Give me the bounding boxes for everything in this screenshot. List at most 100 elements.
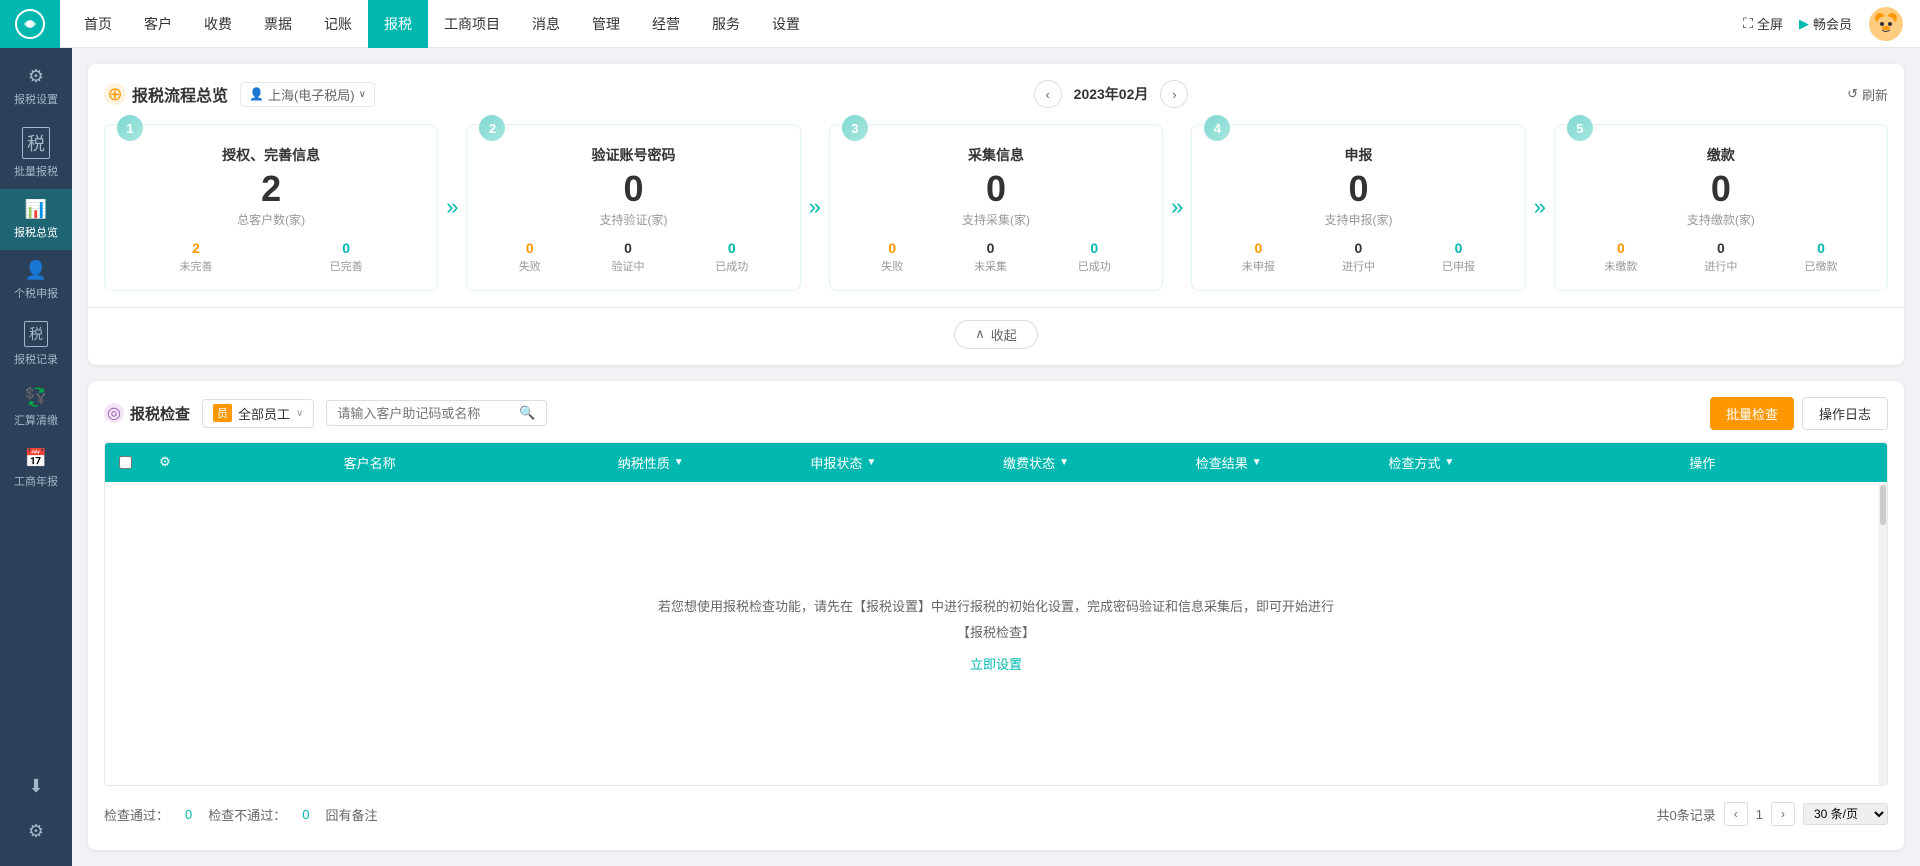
staff-chevron-icon: ∨ bbox=[296, 408, 303, 419]
fail-count-link[interactable]: 0 bbox=[302, 807, 309, 822]
step-1-stat-1-num: 0 bbox=[342, 240, 350, 256]
step-2-stats: 0 失败 0 验证中 0 已成功 bbox=[483, 240, 783, 274]
batch-tax-icon: 税 bbox=[22, 127, 50, 159]
pass-label: 检查通过： bbox=[104, 805, 169, 824]
th-checkbox[interactable] bbox=[105, 443, 145, 482]
flow-arrow-3: » bbox=[1163, 124, 1191, 291]
nav-item-operation[interactable]: 经营 bbox=[636, 0, 696, 48]
nav-item-message[interactable]: 消息 bbox=[516, 0, 576, 48]
fullscreen-label: 全屏 bbox=[1757, 14, 1783, 33]
flow-step-5: 5 缴款 0 支持缴款(家) 0 未缴款 0 进行中 bbox=[1554, 124, 1888, 291]
per-page-select[interactable]: 30 条/页 50 条/页 100 条/页 bbox=[1803, 803, 1888, 825]
avatar[interactable] bbox=[1868, 6, 1904, 42]
step-4-stat-1: 0 进行中 bbox=[1342, 240, 1375, 274]
step-4-count-label: 支持申报(家) bbox=[1208, 211, 1508, 228]
sidebar-item-batch-tax[interactable]: 税 批量报税 bbox=[0, 117, 72, 189]
step-3-stat-2-num: 0 bbox=[1090, 240, 1098, 256]
note-label: 囧有备注 bbox=[326, 805, 378, 824]
search-icon[interactable]: 🔍 bbox=[519, 405, 535, 421]
tax-settings-icon: ⚙ bbox=[28, 66, 44, 87]
sidebar: ⚙ 报税设置 税 批量报税 📊 报税总览 👤 个税申报 税 报税记录 💱 汇算清… bbox=[0, 48, 72, 866]
th-declare-status[interactable]: 申报状态 ▼ bbox=[747, 443, 940, 482]
step-2-num: 2 bbox=[479, 115, 505, 141]
th-tax-nature-label: 纳税性质 bbox=[618, 453, 670, 472]
nav-item-manage[interactable]: 管理 bbox=[576, 0, 636, 48]
next-month-btn[interactable]: › bbox=[1160, 80, 1188, 108]
step-2-stat-1: 0 验证中 bbox=[612, 240, 645, 274]
th-gear[interactable]: ⚙ bbox=[145, 443, 185, 482]
footer-right: 共0条记录 ‹ 1 › 30 条/页 50 条/页 100 条/页 bbox=[1657, 802, 1888, 826]
month-text: 2023年02月 bbox=[1074, 84, 1149, 104]
nav-item-fee[interactable]: 收费 bbox=[188, 0, 248, 48]
location-selector[interactable]: 👤 上海(电子税局) ∨ bbox=[240, 82, 375, 107]
step-3-stat-1-label: 未采集 bbox=[974, 258, 1007, 274]
content: ⊕ 报税流程总览 👤 上海(电子税局) ∨ ‹ 2023年02月 › ↺ 刷新 bbox=[72, 48, 1920, 866]
th-check-method-label: 检查方式 bbox=[1388, 453, 1440, 472]
prev-month-btn[interactable]: ‹ bbox=[1034, 80, 1062, 108]
sidebar-item-tax-settings[interactable]: ⚙ 报税设置 bbox=[0, 56, 72, 117]
operation-log-button[interactable]: 操作日志 bbox=[1802, 397, 1888, 430]
annual-report-label: 工商年报 bbox=[14, 473, 58, 489]
staff-label: 全部员工 bbox=[238, 404, 290, 423]
setup-link[interactable]: 立即设置 bbox=[970, 654, 1022, 673]
step-5-stat-0-label: 未缴款 bbox=[1604, 258, 1637, 274]
prev-page-btn[interactable]: ‹ bbox=[1724, 802, 1748, 826]
logo-icon bbox=[14, 8, 46, 40]
step-1-stat-0: 2 未完善 bbox=[180, 240, 213, 274]
th-check-result[interactable]: 检查结果 ▼ bbox=[1132, 443, 1325, 482]
nav-item-invoice[interactable]: 票据 bbox=[248, 0, 308, 48]
step-5-stat-1-label: 进行中 bbox=[1704, 258, 1737, 274]
step-2-stat-0: 0 失败 bbox=[519, 240, 541, 274]
search-input[interactable] bbox=[337, 406, 513, 421]
nav-item-home[interactable]: 首页 bbox=[68, 0, 128, 48]
logo[interactable] bbox=[0, 0, 60, 48]
nav-item-service[interactable]: 服务 bbox=[696, 0, 756, 48]
sidebar-item-annual-report[interactable]: 📅 工商年报 bbox=[0, 438, 72, 499]
sidebar-download-btn[interactable]: ⬇ bbox=[28, 768, 43, 805]
step-5-num: 5 bbox=[1567, 115, 1593, 141]
staff-selector[interactable]: 员 全部员工 ∨ bbox=[202, 399, 314, 428]
step-3-stat-0-num: 0 bbox=[888, 240, 896, 256]
next-page-btn[interactable]: › bbox=[1771, 802, 1795, 826]
tax-settings-label: 报税设置 bbox=[14, 91, 58, 107]
sidebar-item-personal-tax[interactable]: 👤 个税申报 bbox=[0, 250, 72, 311]
fail-label: 检查不通过： bbox=[208, 805, 286, 824]
th-declare-status-label: 申报状态 bbox=[810, 453, 862, 472]
step-1-stat-1: 0 已完善 bbox=[330, 240, 363, 274]
step-4-stat-1-label: 进行中 bbox=[1342, 258, 1375, 274]
nav-item-settings[interactable]: 设置 bbox=[756, 0, 816, 48]
sidebar-item-settlement[interactable]: 💱 汇算清缴 bbox=[0, 377, 72, 438]
sidebar-bottom-settings-btn[interactable]: ⚙ bbox=[28, 813, 44, 850]
step-3-stat-1-num: 0 bbox=[987, 240, 995, 256]
step-4-stat-2-label: 已申报 bbox=[1442, 258, 1475, 274]
nav-item-business[interactable]: 工商项目 bbox=[428, 0, 516, 48]
collapse-btn[interactable]: ∧ 收起 bbox=[954, 320, 1038, 349]
refresh-btn[interactable]: ↺ 刷新 bbox=[1847, 85, 1888, 104]
page-current: 1 bbox=[1756, 807, 1763, 822]
scrollbar[interactable] bbox=[1879, 483, 1887, 785]
step-2-stat-0-num: 0 bbox=[526, 240, 534, 256]
nav-item-tax[interactable]: 报税 bbox=[368, 0, 428, 48]
top-nav: 首页 客户 收费 票据 记账 报税 工商项目 消息 管理 经营 服务 设置 ⛶ … bbox=[0, 0, 1920, 48]
batch-check-button[interactable]: 批量检查 bbox=[1710, 397, 1794, 430]
sidebar-item-tax-overview[interactable]: 📊 报税总览 bbox=[0, 189, 72, 250]
fullscreen-btn[interactable]: ⛶ 全屏 bbox=[1743, 14, 1783, 33]
vip-btn[interactable]: ▶ 畅会员 bbox=[1799, 14, 1852, 33]
footer-stats: 检查通过： 0 检查不通过： 0 囧有备注 bbox=[104, 805, 378, 824]
nav-item-accounting[interactable]: 记账 bbox=[308, 0, 368, 48]
refresh-icon: ↺ bbox=[1847, 86, 1858, 102]
location-chevron: ∨ bbox=[359, 89, 366, 100]
step-5-count-label: 支持缴款(家) bbox=[1571, 211, 1871, 228]
th-check-method[interactable]: 检查方式 ▼ bbox=[1325, 443, 1518, 482]
th-client-name: 客户名称 bbox=[185, 443, 554, 482]
th-tax-nature-filter-icon: ▼ bbox=[674, 457, 684, 468]
th-tax-nature[interactable]: 纳税性质 ▼ bbox=[554, 443, 747, 482]
th-check-result-filter-icon: ▼ bbox=[1252, 457, 1262, 468]
step-3-stat-0-label: 失败 bbox=[881, 258, 903, 274]
th-pay-status[interactable]: 缴费状态 ▼ bbox=[940, 443, 1133, 482]
select-all-checkbox[interactable] bbox=[119, 456, 132, 469]
nav-item-client[interactable]: 客户 bbox=[128, 0, 188, 48]
step-5-stat-2: 0 已缴款 bbox=[1804, 240, 1837, 274]
pass-count-link[interactable]: 0 bbox=[185, 807, 192, 822]
sidebar-item-tax-record[interactable]: 税 报税记录 bbox=[0, 311, 72, 377]
